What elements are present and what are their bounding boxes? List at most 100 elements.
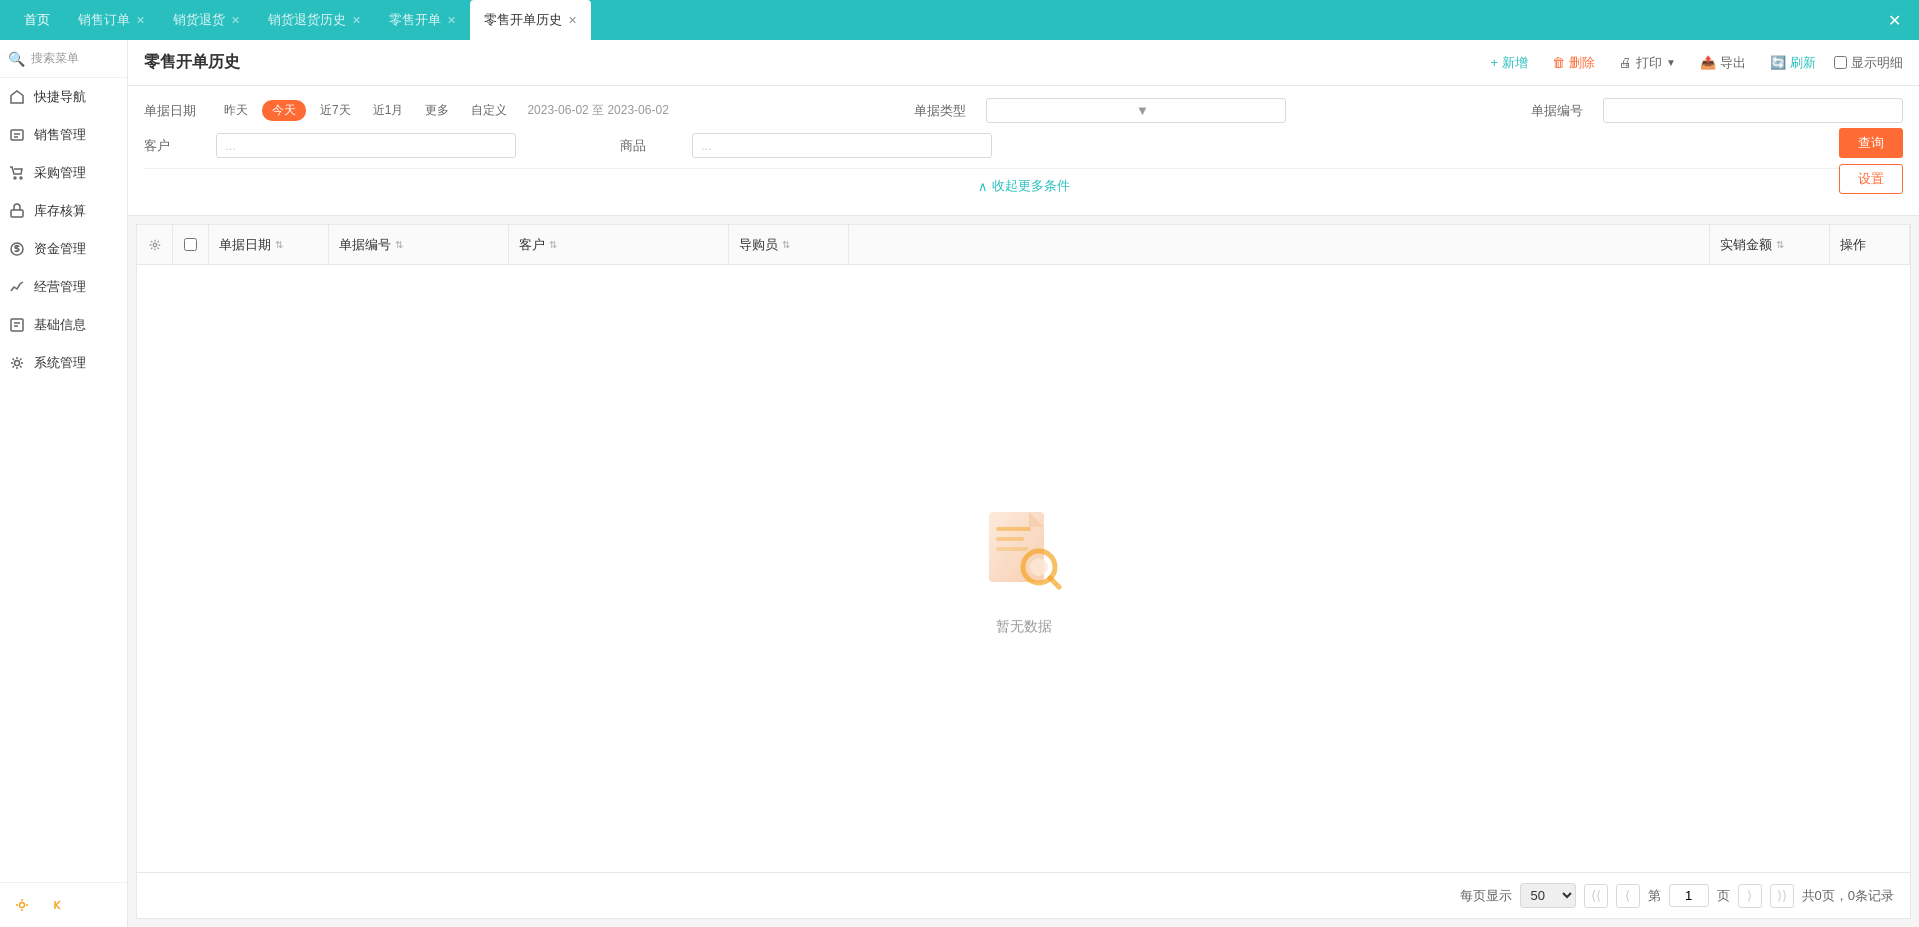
print-button[interactable]: 🖨 打印 ▼ [1613, 50, 1682, 76]
page-number-input[interactable] [1669, 884, 1709, 907]
sidebar-item-base-info[interactable]: 基础信息 [0, 306, 127, 344]
sidebar-item-inventory[interactable]: 库存核算 [0, 192, 127, 230]
add-button[interactable]: + 新增 [1485, 50, 1535, 76]
date-filter-group: 昨天 今天 近7天 近1月 更多 自定义 [216, 100, 515, 121]
th-number[interactable]: 单据编号 ⇅ [329, 225, 509, 265]
sidebar-item-label-finance: 资金管理 [34, 240, 86, 258]
refresh-icon: 🔄 [1770, 55, 1786, 70]
total-info: 共0页，0条记录 [1802, 887, 1894, 905]
page-label-post: 页 [1717, 887, 1730, 905]
sidebar-item-system[interactable]: 系统管理 [0, 344, 127, 382]
customer-select[interactable]: ... [216, 133, 516, 158]
purchase-icon [8, 164, 26, 182]
sidebar-search-label: 搜索菜单 [31, 50, 79, 67]
next-page-button[interactable]: ⟩ [1738, 884, 1762, 908]
doc-number-input[interactable] [1603, 98, 1903, 123]
export-button[interactable]: 📤 导出 [1694, 50, 1752, 76]
tab-retail-open[interactable]: 零售开单 ✕ [375, 0, 470, 40]
th-customer[interactable]: 客户 ⇅ [509, 225, 729, 265]
data-table-container: 单据日期 ⇅ 单据编号 ⇅ 客户 ⇅ 导购员 ⇅ 实销金额 [136, 224, 1911, 919]
date-range-display: 2023-06-02 至 2023-06-02 [527, 102, 668, 119]
filter-row-2: 客户 ... 商品 ... [144, 133, 1903, 158]
th-date[interactable]: 单据日期 ⇅ [209, 225, 329, 265]
add-icon: + [1491, 55, 1499, 70]
refresh-label: 刷新 [1790, 54, 1816, 72]
prev-page-button[interactable]: ⟨ [1616, 884, 1640, 908]
th-guide[interactable]: 导购员 ⇅ [729, 225, 849, 265]
date-btn-custom[interactable]: 自定义 [463, 100, 515, 121]
date-btn-today[interactable]: 今天 [262, 100, 306, 121]
tab-sales-return[interactable]: 销货退货 ✕ [159, 0, 254, 40]
side-action-buttons: 查询 设置 [1839, 128, 1903, 194]
chevron-down-icon: ▼ [1136, 103, 1277, 118]
empty-state: 暂无数据 [137, 265, 1910, 872]
collapse-label: 收起更多条件 [992, 177, 1070, 195]
date-btn-last-month[interactable]: 近1月 [365, 100, 412, 121]
date-btn-last7[interactable]: 近7天 [312, 100, 359, 121]
th-guide-label: 导购员 [739, 236, 778, 254]
page-size-label: 每页显示 [1460, 887, 1512, 905]
sidebar-item-label-quick-nav: 快捷导航 [34, 88, 86, 106]
tab-close-retail-open[interactable]: ✕ [447, 14, 456, 27]
window-close-button[interactable]: ✕ [1880, 7, 1909, 34]
collapse-more-row: ∧ 收起更多条件 [144, 168, 1903, 203]
tab-retail-history[interactable]: 零售开单历史 ✕ [470, 0, 591, 40]
sidebar-item-label-operations: 经营管理 [34, 278, 86, 296]
sidebar-item-purchase[interactable]: 采购管理 [0, 154, 127, 192]
svg-line-16 [1050, 578, 1059, 587]
last-page-button[interactable]: ⟩⟩ [1770, 884, 1794, 908]
svg-rect-5 [11, 319, 23, 331]
date-filter-label: 单据日期 [144, 102, 204, 120]
sidebar-item-label-purchase: 采购管理 [34, 164, 86, 182]
sort-number-icon: ⇅ [395, 239, 403, 250]
doc-type-select[interactable]: ▼ [986, 98, 1286, 123]
empty-icon [974, 502, 1074, 602]
home-icon [8, 88, 26, 106]
date-btn-more[interactable]: 更多 [417, 100, 457, 121]
settings-button[interactable]: 设置 [1839, 164, 1903, 194]
print-icon: 🖨 [1619, 55, 1632, 70]
product-label: 商品 [620, 137, 680, 155]
top-tab-bar: 首页 销售订单 ✕ 销货退货 ✕ 销货退货历史 ✕ 零售开单 ✕ 零售开单历史 … [0, 0, 1919, 40]
sidebar-item-label-base-info: 基础信息 [34, 316, 86, 334]
base-info-icon [8, 316, 26, 334]
sidebar-search[interactable]: 🔍 搜索菜单 [0, 40, 127, 78]
page-size-select[interactable]: 50 100 200 [1520, 883, 1576, 908]
sidebar-item-finance[interactable]: 资金管理 [0, 230, 127, 268]
doc-type-label: 单据类型 [914, 102, 974, 120]
sort-customer-icon: ⇅ [549, 239, 557, 250]
tab-close-sales-return[interactable]: ✕ [231, 14, 240, 27]
svg-rect-13 [996, 547, 1028, 551]
query-button[interactable]: 查询 [1839, 128, 1903, 158]
system-icon [8, 354, 26, 372]
th-amount[interactable]: 实销金额 ⇅ [1710, 225, 1830, 265]
date-btn-yesterday[interactable]: 昨天 [216, 100, 256, 121]
refresh-button[interactable]: 🔄 刷新 [1764, 50, 1822, 76]
th-customer-label: 客户 [519, 236, 545, 254]
search-icon: 🔍 [8, 51, 25, 67]
collapse-more-button[interactable]: ∧ 收起更多条件 [978, 173, 1070, 199]
tab-close-retail-history[interactable]: ✕ [568, 14, 577, 27]
sidebar-collapse-button[interactable] [44, 891, 72, 919]
page-label-pre: 第 [1648, 887, 1661, 905]
sidebar-bottom [0, 882, 127, 927]
tab-home[interactable]: 首页 [10, 0, 64, 40]
add-label: 新增 [1502, 54, 1528, 72]
sidebar-item-sales[interactable]: 销售管理 [0, 116, 127, 154]
tab-sales-order[interactable]: 销售订单 ✕ [64, 0, 159, 40]
sidebar-item-operations[interactable]: 经营管理 [0, 268, 127, 306]
first-page-button[interactable]: ⟨⟨ [1584, 884, 1608, 908]
delete-button[interactable]: 🗑 删除 [1546, 50, 1601, 76]
display-detail-checkbox[interactable] [1834, 56, 1847, 69]
main-layout: 🔍 搜索菜单 快捷导航 销售管理 采购管理 库存核算 [0, 40, 1919, 927]
tab-sales-return-history[interactable]: 销货退货历史 ✕ [254, 0, 375, 40]
product-select[interactable]: ... [692, 133, 992, 158]
sidebar-gear-button[interactable] [8, 891, 36, 919]
table-header-checkbox[interactable] [173, 225, 209, 265]
select-all-checkbox[interactable] [184, 238, 197, 251]
display-detail-checkbox-label[interactable]: 显示明细 [1834, 54, 1903, 72]
sidebar-item-quick-nav[interactable]: 快捷导航 [0, 78, 127, 116]
tab-close-sales-order[interactable]: ✕ [136, 14, 145, 27]
tab-close-sales-return-history[interactable]: ✕ [352, 14, 361, 27]
table-settings-icon[interactable] [137, 225, 173, 265]
